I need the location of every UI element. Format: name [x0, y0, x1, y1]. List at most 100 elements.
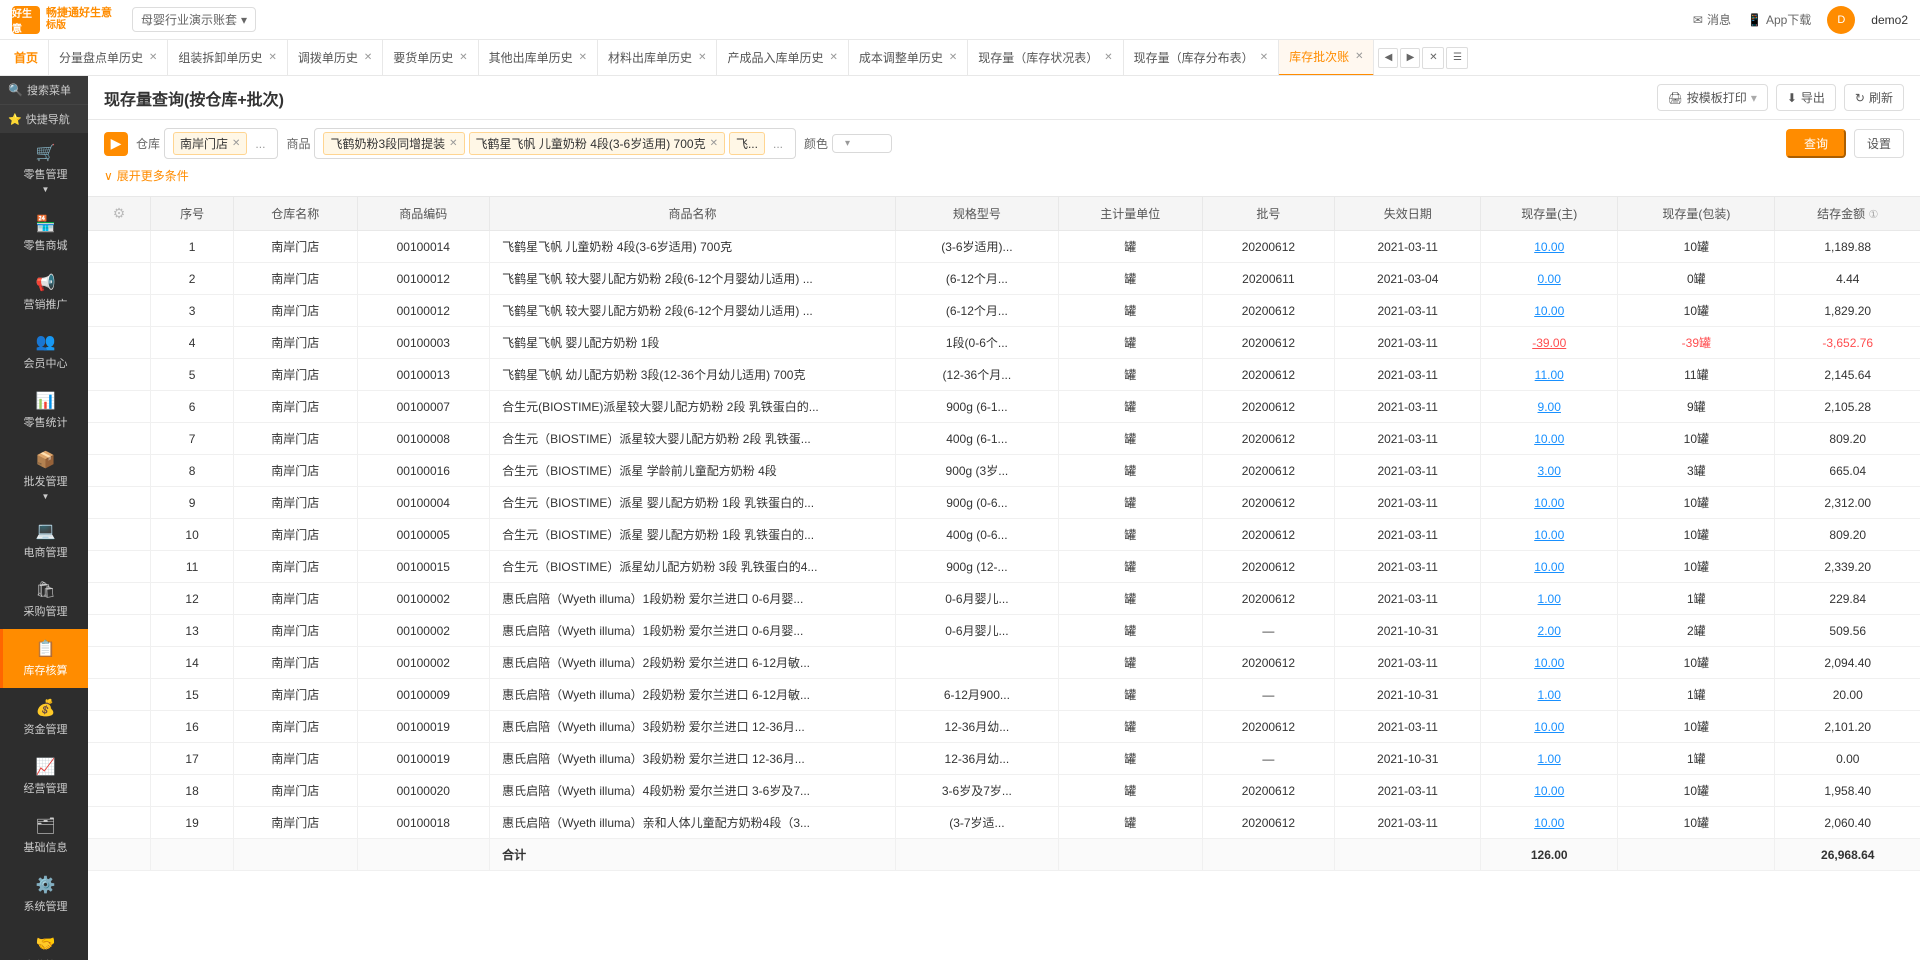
row-sku-code: 00100009: [357, 679, 490, 711]
tab-yao-huo[interactable]: 要货单历史 ✕: [383, 40, 478, 76]
row-qty-main[interactable]: 1.00: [1481, 743, 1618, 775]
row-qty-main[interactable]: 10.00: [1481, 295, 1618, 327]
row-qty-main[interactable]: 10.00: [1481, 231, 1618, 263]
sidebar-item-base[interactable]: 🗂 基础信息: [0, 806, 88, 865]
tab-close-pi-ci[interactable]: ✕: [1355, 51, 1363, 62]
row-sku-code: 00100019: [357, 743, 490, 775]
col-no: 序号: [151, 197, 234, 231]
tab-close-qi-ta-chu[interactable]: ✕: [579, 52, 587, 63]
filter-toggle-button[interactable]: ▶: [104, 132, 128, 156]
tab-close-yao-huo[interactable]: ✕: [459, 52, 467, 63]
tab-xian-cun-fen[interactable]: 现存量（库存分布表） ✕: [1124, 40, 1279, 76]
total-empty-no: [151, 839, 234, 871]
row-qty-main[interactable]: 10.00: [1481, 519, 1618, 551]
row-expire: 2021-03-11: [1335, 391, 1481, 423]
avatar[interactable]: D: [1827, 6, 1855, 34]
refresh-button[interactable]: ↻ 刷新: [1844, 84, 1904, 111]
sidebar-item-finance[interactable]: 💰 资金管理: [0, 688, 88, 747]
expand-more-button[interactable]: ∨ 展开更多条件: [104, 163, 1904, 188]
sidebar-item-ops[interactable]: 📈 经营管理: [0, 747, 88, 806]
tab-cai-liao[interactable]: 材料出库单历史 ✕: [598, 40, 717, 76]
row-qty-pkg: 1罐: [1618, 743, 1775, 775]
row-balance: 2,060.40: [1775, 807, 1920, 839]
row-spec: 400g (6-1...: [895, 423, 1058, 455]
sidebar-item-retail-mall[interactable]: 🏪 零售商城: [0, 204, 88, 263]
sidebar-item-marketing[interactable]: 📢 营销推广: [0, 263, 88, 322]
row-qty-main[interactable]: 10.00: [1481, 551, 1618, 583]
product-more-button[interactable]: ...: [769, 137, 787, 151]
row-qty-main[interactable]: 10.00: [1481, 423, 1618, 455]
tab-close-chan-pin-ru[interactable]: ✕: [829, 52, 837, 63]
sidebar-search[interactable]: 🔍 搜索菜单: [0, 76, 88, 104]
sidebar-item-ecom[interactable]: 💻 电商管理: [0, 511, 88, 570]
row-qty-main[interactable]: 0.00: [1481, 263, 1618, 295]
product-filter-value[interactable]: 飞鹤奶粉3段同增提装 ✕ 飞鹤星飞帆 儿童奶粉 4段(3-6岁适用) 700克 …: [314, 128, 796, 159]
row-qty-main[interactable]: 10.00: [1481, 775, 1618, 807]
balance-info-icon[interactable]: ①: [1868, 209, 1878, 221]
tab-close-cheng-ben[interactable]: ✕: [949, 52, 957, 63]
tab-zu-chai[interactable]: 组装拆卸单历史 ✕: [168, 40, 287, 76]
sidebar-item-retail[interactable]: 🛒 零售管理: [0, 133, 88, 204]
sidebar-item-inventory[interactable]: 📋 库存核算: [0, 629, 88, 688]
enterprise-selector[interactable]: 母婴行业演示账套 ▾: [132, 7, 256, 32]
setting-button[interactable]: 设置: [1854, 129, 1904, 158]
sidebar-item-purchase[interactable]: 🛍 采购管理: [0, 570, 88, 629]
messages-button[interactable]: ✉ 消息: [1693, 11, 1731, 28]
row-qty-main[interactable]: 1.00: [1481, 679, 1618, 711]
tab-close-xian-cun-ku[interactable]: ✕: [1104, 52, 1112, 63]
row-qty-main[interactable]: 3.00: [1481, 455, 1618, 487]
row-spec: 900g (6-1...: [895, 391, 1058, 423]
tab-home[interactable]: 首页: [4, 40, 49, 76]
tab-close-zu-chai[interactable]: ✕: [268, 52, 276, 63]
sidebar-item-member[interactable]: 👥 会员中心: [0, 322, 88, 381]
row-sku-name: 惠氏启陪（Wyeth illuma）1段奶粉 爱尔兰进口 0-6月婴...: [490, 583, 896, 615]
row-qty-pkg: 1罐: [1618, 583, 1775, 615]
tab-cheng-ben[interactable]: 成本调整单历史 ✕: [849, 40, 968, 76]
nav-close-all-button[interactable]: ✕: [1422, 47, 1444, 69]
tab-close-fen-pan[interactable]: ✕: [149, 52, 157, 63]
nav-prev-button[interactable]: ◀: [1378, 48, 1398, 68]
tab-qi-ta-chu[interactable]: 其他出库单历史 ✕: [479, 40, 598, 76]
warehouse-more-button[interactable]: ...: [251, 137, 269, 151]
row-qty-main[interactable]: 2.00: [1481, 615, 1618, 647]
row-qty-main[interactable]: 10.00: [1481, 487, 1618, 519]
row-qty-main[interactable]: 10.00: [1481, 647, 1618, 679]
query-button[interactable]: 查询: [1786, 129, 1846, 158]
total-empty-pkg: [1618, 839, 1775, 871]
sidebar-item-system[interactable]: ⚙️ 系统管理: [0, 865, 88, 924]
tab-chan-pin-ru[interactable]: 产成品入库单历史 ✕: [717, 40, 848, 76]
nav-menu-button[interactable]: ☰: [1446, 47, 1468, 69]
corp-icon: 🤝: [36, 934, 56, 954]
tab-close-cai-liao[interactable]: ✕: [698, 52, 706, 63]
row-no: 3: [151, 295, 234, 327]
row-qty-main[interactable]: 10.00: [1481, 711, 1618, 743]
row-qty-main[interactable]: 9.00: [1481, 391, 1618, 423]
row-qty-main[interactable]: 10.00: [1481, 807, 1618, 839]
row-qty-main[interactable]: -39.00: [1481, 327, 1618, 359]
tab-fen-pan[interactable]: 分量盘点单历史 ✕: [49, 40, 168, 76]
export-button[interactable]: ⬇ 导出: [1776, 84, 1836, 111]
tab-tiao-bo[interactable]: 调拨单历史 ✕: [288, 40, 383, 76]
tab-pi-ci[interactable]: 库存批次账 ✕: [1279, 40, 1374, 76]
product-tag-1-remove[interactable]: ✕: [710, 138, 718, 149]
sidebar-item-corp[interactable]: 🤝 企业协同: [0, 924, 88, 960]
column-settings-icon[interactable]: ⚙: [113, 205, 126, 221]
warehouse-tag-remove[interactable]: ✕: [232, 138, 240, 149]
app-download-button[interactable]: 📱 App下载: [1747, 11, 1811, 28]
sidebar-item-wholesale[interactable]: 📦 批发管理: [0, 440, 88, 511]
warehouse-filter-value[interactable]: 南岸门店 ✕ ...: [164, 128, 278, 159]
product-tag-0-remove[interactable]: ✕: [449, 138, 457, 149]
tab-close-xian-cun-fen[interactable]: ✕: [1260, 52, 1268, 63]
row-qty-main[interactable]: 11.00: [1481, 359, 1618, 391]
page-actions: 🖨 按模板打印 ▾ ⬇ 导出 ↻ 刷新: [1657, 84, 1904, 111]
print-button[interactable]: 🖨 按模板打印 ▾: [1657, 84, 1768, 111]
color-dropdown[interactable]: ▾: [832, 134, 892, 153]
username-label[interactable]: demo2: [1871, 13, 1908, 27]
tab-close-tiao-bo[interactable]: ✕: [364, 52, 372, 63]
sidebar-item-retail-stat[interactable]: 📊 零售统计: [0, 381, 88, 440]
nav-next-button[interactable]: ▶: [1400, 48, 1420, 68]
sidebar-shortcut[interactable]: ⭐ 快捷导航: [0, 104, 88, 133]
tab-xian-cun-ku[interactable]: 现存量（库存状况表） ✕: [968, 40, 1123, 76]
col-settings[interactable]: ⚙: [88, 197, 151, 231]
row-qty-main[interactable]: 1.00: [1481, 583, 1618, 615]
